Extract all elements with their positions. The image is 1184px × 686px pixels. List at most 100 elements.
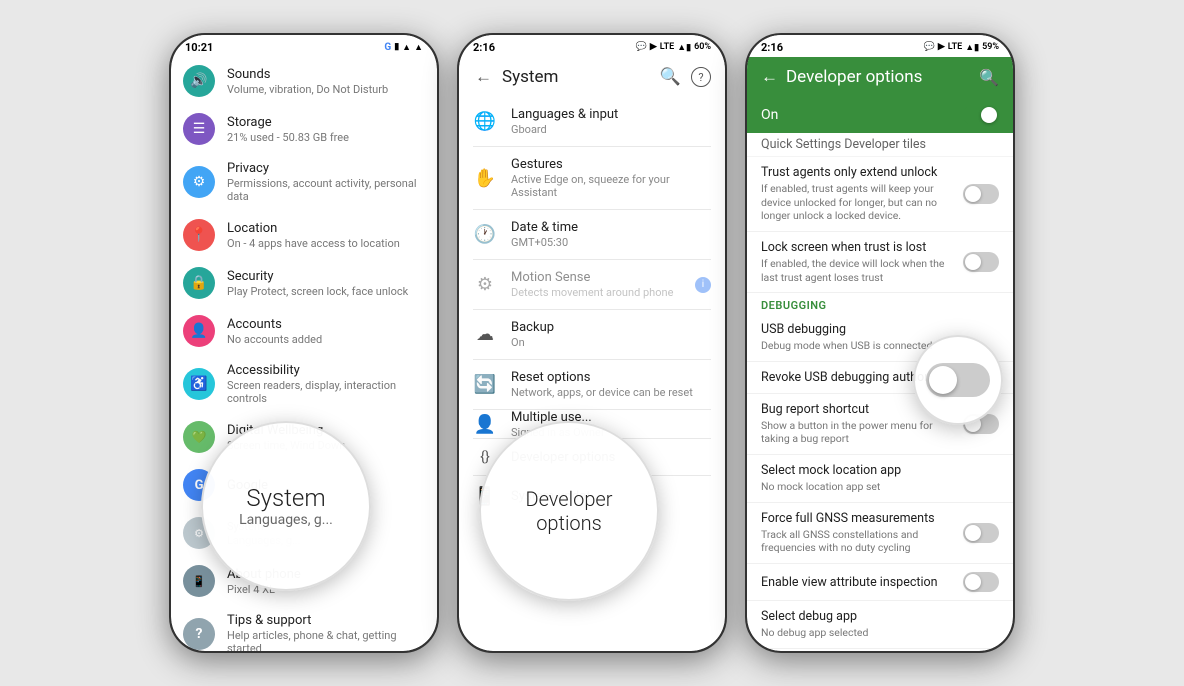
phone3-lte-icon: LTE: [948, 42, 962, 52]
usb-debugging-title: USB debugging: [761, 322, 947, 337]
accounts-title: Accounts: [227, 317, 425, 332]
accessibility-subtitle: Screen readers, display, interaction con…: [227, 379, 425, 405]
quick-settings-title: Quick Settings Developer tiles: [761, 137, 999, 152]
phone2-search-button[interactable]: 🔍: [658, 65, 683, 89]
system-item-motion-sense[interactable]: ⚙ Motion Sense Detects movement around p…: [459, 260, 725, 309]
storage-title: Storage: [227, 115, 425, 130]
tips-subtitle: Help articles, phone & chat, getting sta…: [227, 629, 425, 651]
trust-agents-toggle[interactable]: [963, 184, 999, 204]
users-icon: 👤: [473, 414, 497, 435]
phone3-title: Developer options: [786, 67, 971, 87]
dev-item-view-attr[interactable]: Enable view attribute inspection: [747, 564, 1013, 601]
phone2-help-button[interactable]: ?: [691, 67, 711, 87]
phone3-search-button[interactable]: 🔍: [979, 68, 999, 87]
phone2-time: 2:16: [473, 41, 495, 54]
phone3-status-bar: 2:16 💬 ▶ LTE ▲▮ 59%: [747, 35, 1013, 57]
system-item-reset[interactable]: 🔄 Reset options Network, apps, or device…: [459, 360, 725, 409]
dev-item-gnss[interactable]: Force full GNSS measurements Track all G…: [747, 503, 1013, 564]
debug-app-title: Select debug app: [761, 609, 999, 624]
languages-subtitle: Gboard: [511, 123, 711, 136]
backup-icon: ☁: [473, 324, 497, 345]
settings-item-storage[interactable]: ☰ Storage 21% used - 50.83 GB free: [171, 105, 437, 153]
users-title: Multiple use...: [511, 410, 711, 425]
motion-sense-title: Motion Sense: [511, 270, 681, 285]
dev-item-debug-app[interactable]: Select debug app No debug app selected: [747, 601, 1013, 649]
signal-icon: ▲: [414, 42, 423, 53]
phone3-time: 2:16: [761, 41, 783, 54]
system-item-gestures[interactable]: ✋ Gestures Active Edge on, squeeze for y…: [459, 147, 725, 209]
reset-title: Reset options: [511, 370, 711, 385]
location-icon: 📍: [183, 219, 215, 251]
debug-app-subtitle: No debug app selected: [761, 626, 999, 640]
usb-toggle-zoomed[interactable]: [926, 363, 990, 397]
phone2-status-bar: 2:16 💬 ▶ LTE ▲▮ 60%: [459, 35, 725, 57]
digital-wellbeing-icon: 💚: [183, 421, 215, 453]
phone3-main-toggle-thumb: [981, 107, 997, 123]
languages-title: Languages & input: [511, 107, 711, 122]
sounds-title: Sounds: [227, 67, 425, 82]
security-title: Security: [227, 269, 425, 284]
lock-screen-toggle[interactable]: [963, 252, 999, 272]
bug-report-subtitle: Show a button in the power menu for taki…: [761, 419, 955, 446]
phone1-status-bar: 10:21 G ▮ ▲ ▲: [171, 35, 437, 57]
location-title: Location: [227, 221, 425, 236]
accessibility-title: Accessibility: [227, 363, 425, 378]
phone3-whatsapp-icon: 💬: [924, 42, 935, 52]
reset-subtitle: Network, apps, or device can be reset: [511, 386, 711, 399]
phone3-battery-text: 59%: [982, 42, 999, 52]
zoom-system-sub: Languages, g...: [239, 512, 333, 528]
phone1-time: 10:21: [185, 41, 213, 54]
wifi-icon: ▲: [402, 42, 411, 53]
system-item-datetime[interactable]: 🕐 Date & time GMT+05:30: [459, 210, 725, 259]
dev-item-mock-location[interactable]: Select mock location app No mock locatio…: [747, 455, 1013, 503]
phone3-signal-icon: ▲▮: [965, 42, 979, 53]
settings-item-sounds[interactable]: 🔊 Sounds Volume, vibration, Do Not Distu…: [171, 57, 437, 105]
dev-item-lock-screen[interactable]: Lock screen when trust is lost If enable…: [747, 232, 1013, 293]
settings-item-tips[interactable]: ? Tips & support Help articles, phone & …: [171, 605, 437, 651]
phone2-status-icons: 💬 ▶ LTE ▲▮ 60%: [636, 42, 711, 53]
backup-subtitle: On: [511, 336, 711, 349]
phone3-app-bar: ← Developer options 🔍: [747, 57, 1013, 97]
phone3-main-toggle[interactable]: [963, 105, 999, 125]
datetime-subtitle: GMT+05:30: [511, 236, 711, 249]
gestures-subtitle: Active Edge on, squeeze for your Assista…: [511, 173, 711, 199]
languages-icon: 🌐: [473, 111, 497, 132]
gnss-subtitle: Track all GNSS constellations and freque…: [761, 528, 955, 555]
mock-location-subtitle: No mock location app set: [761, 480, 999, 494]
system-item-backup[interactable]: ☁ Backup On: [459, 310, 725, 359]
datetime-title: Date & time: [511, 220, 711, 235]
phone2-back-button[interactable]: ←: [473, 65, 494, 89]
settings-item-location[interactable]: 📍 Location On - 4 apps have access to lo…: [171, 211, 437, 259]
reset-icon: 🔄: [473, 374, 497, 395]
phone3-on-label: On: [761, 107, 963, 123]
about-icon: 📱: [183, 565, 215, 597]
phone1-frame: 10:21 G ▮ ▲ ▲ 🔊 Sounds Volume, vibration…: [169, 33, 439, 653]
dev-item-trust-agents[interactable]: Trust agents only extend unlock If enabl…: [747, 157, 1013, 232]
settings-item-privacy[interactable]: ⚙ Privacy Permissions, account activity,…: [171, 153, 437, 211]
zoom-developer-text: Developer options: [491, 487, 647, 535]
gnss-toggle[interactable]: [963, 523, 999, 543]
zoom-system-text: System: [239, 484, 333, 513]
tips-title: Tips & support: [227, 613, 425, 628]
phone2-app-bar: ← System 🔍 ?: [459, 57, 725, 97]
backup-title: Backup: [511, 320, 711, 335]
trust-agents-subtitle: If enabled, trust agents will keep your …: [761, 182, 955, 223]
settings-item-accounts[interactable]: 👤 Accounts No accounts added: [171, 307, 437, 355]
storage-subtitle: 21% used - 50.83 GB free: [227, 131, 425, 144]
settings-item-security[interactable]: 🔒 Security Play Protect, screen lock, fa…: [171, 259, 437, 307]
settings-item-accessibility[interactable]: ♿ Accessibility Screen readers, display,…: [171, 355, 437, 413]
dev-item-quick-settings[interactable]: Quick Settings Developer tiles: [747, 133, 1013, 157]
usb-toggle-thumb-zoomed: [929, 366, 957, 394]
phone3-frame: 2:16 💬 ▶ LTE ▲▮ 59% ← Developer options …: [745, 33, 1015, 653]
datetime-icon: 🕐: [473, 224, 497, 245]
sounds-icon: 🔊: [183, 65, 215, 97]
phone3-youtube-icon: ▶: [938, 42, 945, 52]
phone3-status-icons: 💬 ▶ LTE ▲▮ 59%: [924, 42, 999, 53]
system-item-languages[interactable]: 🌐 Languages & input Gboard: [459, 97, 725, 146]
phone3-back-button[interactable]: ←: [761, 67, 778, 87]
gnss-title: Force full GNSS measurements: [761, 511, 955, 526]
view-attr-toggle[interactable]: [963, 572, 999, 592]
phone1-zoom-overlay: System Languages, g...: [201, 421, 371, 591]
accounts-icon: 👤: [183, 315, 215, 347]
google-icon: G: [384, 42, 391, 53]
